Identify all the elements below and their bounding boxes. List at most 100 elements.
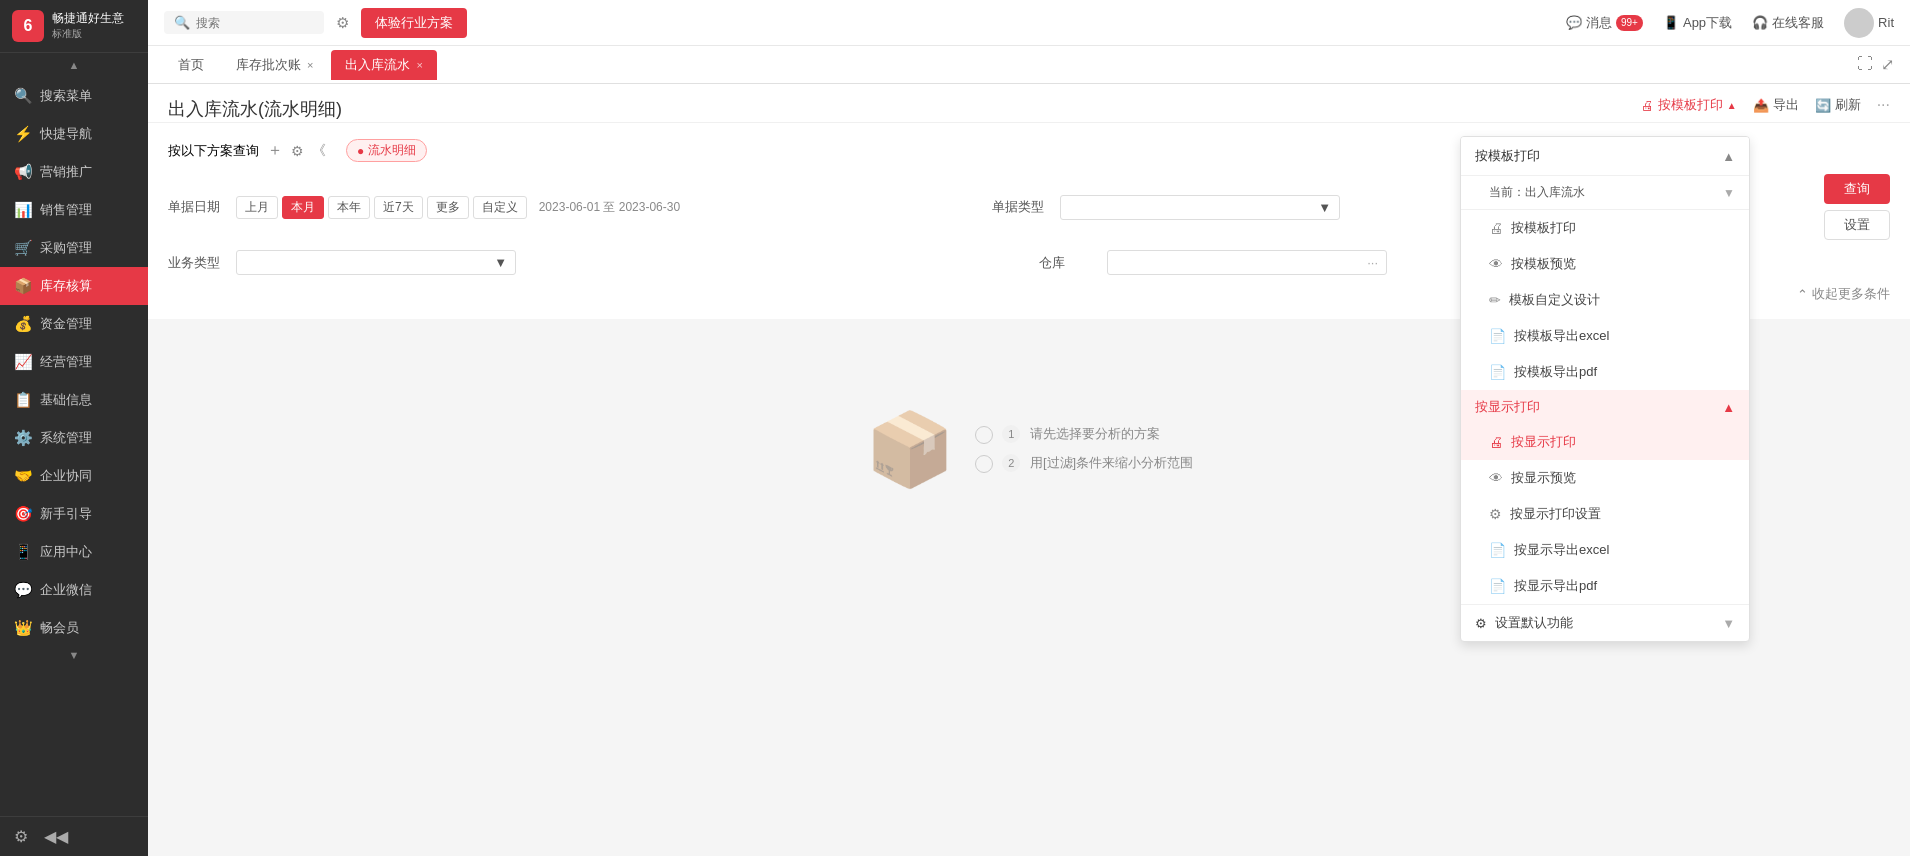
more-icon[interactable]: ···: [1877, 96, 1890, 114]
warehouse-label: 仓库: [1039, 254, 1099, 272]
search-nav-icon: 🔍: [14, 87, 32, 105]
sidebar-bottom: ⚙ ◀◀: [0, 816, 148, 856]
dropdown-item-template-print[interactable]: 🖨 按模板打印: [1461, 210, 1749, 246]
add-filter-btn[interactable]: ＋: [267, 140, 283, 161]
filter-collapse-icon[interactable]: 《: [312, 142, 326, 160]
sidebar-item-label: 基础信息: [40, 391, 92, 409]
sidebar-item-marketing[interactable]: 📢 营销推广: [0, 153, 148, 191]
system-icon: ⚙️: [14, 429, 32, 447]
dropdown-current-item: 当前：出入库流水 ▼: [1461, 176, 1749, 210]
scroll-up[interactable]: ▲: [0, 53, 148, 77]
sidebar-item-system[interactable]: ⚙️ 系统管理: [0, 419, 148, 457]
search-input[interactable]: [196, 16, 296, 30]
settings-icon[interactable]: ⚙: [14, 827, 28, 846]
dropdown-item-display-print[interactable]: 🖨 按显示打印: [1461, 424, 1749, 460]
dropdown-item-template-pdf[interactable]: 📄 按模板导出pdf: [1461, 354, 1749, 390]
gear-icon[interactable]: ⚙: [336, 14, 349, 32]
search-icon: 🔍: [174, 15, 190, 30]
dropdown-item-template-custom[interactable]: ✏ 模板自定义设计: [1461, 282, 1749, 318]
app-version: 标准版: [52, 27, 124, 41]
topbar-search-box[interactable]: 🔍: [164, 11, 324, 34]
tab-flow-close[interactable]: ×: [416, 59, 422, 71]
empty-illustration: 📦: [865, 407, 955, 492]
tabbar-controls: ⛶ ⤢: [1857, 55, 1894, 74]
dropdown-set-default[interactable]: ⚙ 设置默认功能 ▼: [1461, 604, 1749, 641]
sidebar-item-member[interactable]: 👑 畅会员: [0, 609, 148, 647]
warehouse-select[interactable]: ···: [1107, 250, 1387, 275]
appcenter-icon: 📱: [14, 543, 32, 561]
settings-button[interactable]: 设置: [1824, 210, 1890, 240]
sidebar-item-label: 资金管理: [40, 315, 92, 333]
dropdown-display-section[interactable]: 按显示打印 ▲: [1461, 390, 1749, 424]
tab-batch-close[interactable]: ×: [307, 59, 313, 71]
sidebar-item-cooperation[interactable]: 🤝 企业协同: [0, 457, 148, 495]
sidebar-item-wechat[interactable]: 💬 企业微信: [0, 571, 148, 609]
query-button[interactable]: 查询: [1824, 174, 1890, 204]
guide-icon: 🎯: [14, 505, 32, 523]
message-btn[interactable]: 💬 消息 99+: [1566, 14, 1643, 32]
sidebar-item-basic[interactable]: 📋 基础信息: [0, 381, 148, 419]
app-download-btn[interactable]: 📱 App下载: [1663, 14, 1732, 32]
print-icon: 🖨: [1641, 98, 1654, 113]
sidebar-item-sales[interactable]: 📊 销售管理: [0, 191, 148, 229]
item-label: 按模板打印: [1511, 219, 1576, 237]
dropdown-item-display-pdf[interactable]: 📄 按显示导出pdf: [1461, 568, 1749, 604]
dropdown-item-template-preview[interactable]: 👁 按模板预览: [1461, 246, 1749, 282]
filter-settings-icon[interactable]: ⚙: [291, 143, 304, 159]
tab-flow-label: 出入库流水: [345, 56, 410, 74]
sidebar-item-purchase[interactable]: 🛒 采购管理: [0, 229, 148, 267]
sidebar-item-shortcut[interactable]: ⚡ 快捷导航: [0, 115, 148, 153]
dropdown-chevron-up[interactable]: ▲: [1722, 149, 1735, 164]
message-label: 消息: [1586, 14, 1612, 32]
query-actions: 查询 设置: [1824, 174, 1890, 240]
expand-icon[interactable]: ⤢: [1881, 55, 1894, 74]
date-btn-custom[interactable]: 自定义: [473, 196, 527, 219]
chevron-down-icon2: ▼: [494, 255, 507, 270]
app-logo: 6 畅捷通好生意 标准版: [0, 0, 148, 53]
user-area[interactable]: Rit: [1844, 8, 1894, 38]
finance-icon: 💰: [14, 315, 32, 333]
current-chevron: ▼: [1723, 186, 1735, 200]
dropdown-item-display-excel[interactable]: 📄 按显示导出excel: [1461, 532, 1749, 568]
sidebar-item-inventory[interactable]: 📦 库存核算: [0, 267, 148, 305]
date-btn-this-year[interactable]: 本年: [328, 196, 370, 219]
sidebar-item-search[interactable]: 🔍 搜索菜单: [0, 77, 148, 115]
avatar: [1844, 8, 1874, 38]
sales-icon: 📊: [14, 201, 32, 219]
sidebar-item-operation[interactable]: 📈 经营管理: [0, 343, 148, 381]
empty-tips-list: 1 请先选择要分析的方案 2 用[过滤]条件来缩小分析范围: [975, 423, 1193, 474]
date-btn-more[interactable]: 更多: [427, 196, 469, 219]
online-service-btn[interactable]: 🎧 在线客服: [1752, 14, 1824, 32]
dropdown-item-display-preview[interactable]: 👁 按显示预览: [1461, 460, 1749, 496]
scroll-down[interactable]: ▼: [0, 647, 148, 663]
default-fn-icon: ⚙: [1475, 616, 1487, 631]
biztype-select[interactable]: ▼: [236, 250, 516, 275]
sidebar-item-label: 采购管理: [40, 239, 92, 257]
date-btn-this-month[interactable]: 本月: [282, 196, 324, 219]
restore-icon[interactable]: ⛶: [1857, 55, 1873, 74]
doctype-select[interactable]: ▼: [1060, 195, 1340, 220]
logo-icon: 6: [12, 10, 44, 42]
dropdown-item-display-settings[interactable]: ⚙ 按显示打印设置: [1461, 496, 1749, 532]
print-template-btn[interactable]: 🖨 按模板打印 ▲: [1641, 96, 1737, 114]
sidebar-item-finance[interactable]: 💰 资金管理: [0, 305, 148, 343]
tab-flow[interactable]: 出入库流水 ×: [331, 50, 436, 80]
date-btn-last-month[interactable]: 上月: [236, 196, 278, 219]
refresh-btn[interactable]: 🔄 刷新: [1815, 96, 1861, 114]
sidebar-item-appcenter[interactable]: 📱 应用中心: [0, 533, 148, 571]
member-icon: 👑: [14, 619, 32, 637]
date-btn-7days[interactable]: 近7天: [374, 196, 423, 219]
tab-batch[interactable]: 库存批次账 ×: [222, 50, 327, 80]
pdf-icon: 📄: [1489, 364, 1506, 380]
export-btn[interactable]: 📤 导出: [1753, 96, 1799, 114]
active-filter-tag[interactable]: ● 流水明细: [346, 139, 427, 162]
wechat-icon: 💬: [14, 581, 32, 599]
collapse-more-btn[interactable]: ⌃ 收起更多条件: [1797, 285, 1890, 303]
display-preview-icon: 👁: [1489, 470, 1503, 486]
collapse-icon[interactable]: ◀◀: [44, 827, 68, 846]
trial-button[interactable]: 体验行业方案: [361, 8, 467, 38]
sidebar-item-guide[interactable]: 🎯 新手引导: [0, 495, 148, 533]
tab-home[interactable]: 首页: [164, 50, 218, 80]
dropdown-item-template-excel[interactable]: 📄 按模板导出excel: [1461, 318, 1749, 354]
sidebar-nav: ▲ 🔍 搜索菜单 ⚡ 快捷导航 📢 营销推广 📊 销售管理 🛒 采购管理 📦 库…: [0, 53, 148, 816]
